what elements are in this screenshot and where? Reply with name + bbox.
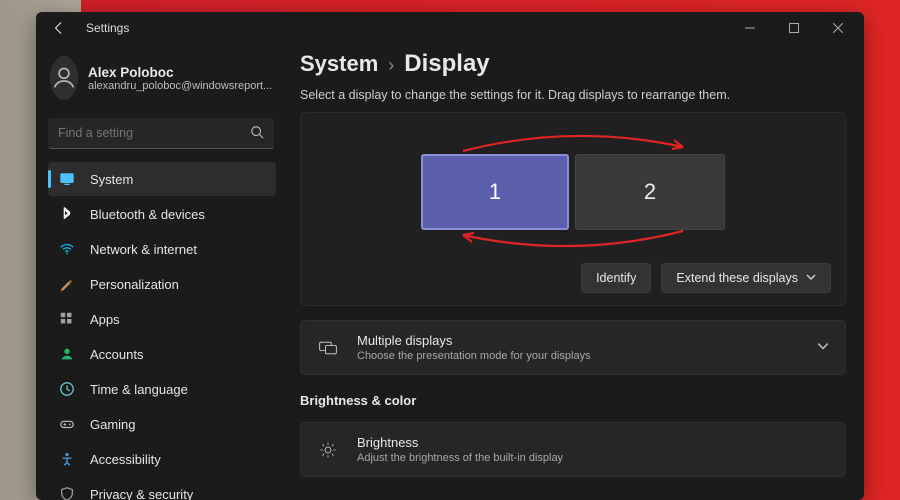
breadcrumb-parent[interactable]: System — [300, 51, 378, 77]
display-2[interactable]: 2 — [575, 154, 725, 230]
identify-button[interactable]: Identify — [581, 263, 651, 293]
breadcrumb-current: Display — [404, 50, 489, 78]
sidebar-item-accounts[interactable]: Accounts — [48, 337, 276, 371]
instructions-text: Select a display to change the settings … — [300, 88, 846, 102]
sidebar-item-label: Network & internet — [90, 242, 197, 257]
sidebar-item-time-language[interactable]: Time & language — [48, 372, 276, 406]
annotation-arrow-top — [443, 129, 703, 153]
sidebar-item-system[interactable]: System — [48, 162, 276, 196]
brightness-icon — [317, 441, 339, 459]
settings-window: Settings Alex Poloboc alexandru_poloboc@… — [36, 12, 864, 500]
close-button[interactable] — [816, 12, 860, 44]
search-input[interactable] — [48, 118, 274, 149]
brightness-card[interactable]: Brightness Adjust the brightness of the … — [300, 422, 846, 477]
section-brightness-color: Brightness & color — [300, 393, 846, 408]
breadcrumb: System › Display — [300, 50, 846, 78]
clock-icon — [58, 380, 76, 398]
sidebar-item-label: System — [90, 172, 133, 187]
sidebar-item-bluetooth-devices[interactable]: Bluetooth & devices — [48, 197, 276, 231]
shield-icon — [58, 485, 76, 500]
apps-icon — [58, 310, 76, 328]
sidebar-item-label: Personalization — [90, 277, 179, 292]
card-title: Multiple displays — [357, 333, 591, 348]
search-icon — [250, 125, 264, 144]
main-panel: System › Display Select a display to cha… — [284, 44, 864, 500]
access-icon — [58, 450, 76, 468]
sidebar-item-label: Bluetooth & devices — [90, 207, 205, 222]
profile-block[interactable]: Alex Poloboc alexandru_poloboc@windowsre… — [46, 52, 278, 116]
display-arrangement-panel: 1 2 Identify Extend these displays — [300, 112, 846, 306]
nav-list: System Bluetooth & devices Network & inter… — [46, 161, 278, 500]
extend-displays-dropdown[interactable]: Extend these displays — [661, 263, 831, 293]
sidebar-item-label: Gaming — [90, 417, 136, 432]
sidebar-item-network-internet[interactable]: Network & internet — [48, 232, 276, 266]
annotation-arrow-bottom — [443, 229, 703, 253]
sidebar: Alex Poloboc alexandru_poloboc@windowsre… — [36, 44, 284, 500]
bluetooth-icon — [58, 205, 76, 223]
sidebar-item-label: Privacy & security — [90, 487, 193, 500]
profile-name: Alex Poloboc — [88, 65, 272, 80]
gamepad-icon — [58, 415, 76, 433]
minimize-button[interactable] — [728, 12, 772, 44]
avatar — [50, 56, 78, 100]
sidebar-item-gaming[interactable]: Gaming — [48, 407, 276, 441]
card-title: Brightness — [357, 435, 563, 450]
person-icon — [58, 345, 76, 363]
sidebar-item-apps[interactable]: Apps — [48, 302, 276, 336]
card-desc: Choose the presentation mode for your di… — [357, 350, 591, 362]
back-button[interactable] — [50, 19, 68, 37]
sidebar-item-personalization[interactable]: Personalization — [48, 267, 276, 301]
wifi-icon — [58, 240, 76, 258]
maximize-button[interactable] — [772, 12, 816, 44]
profile-email: alexandru_poloboc@windowsreport... — [88, 80, 272, 92]
chevron-down-icon — [806, 271, 816, 285]
chevron-right-icon: › — [388, 55, 394, 76]
monitor-icon — [58, 170, 76, 188]
sidebar-item-label: Time & language — [90, 382, 188, 397]
search-box[interactable] — [48, 118, 274, 149]
sidebar-item-privacy-security[interactable]: Privacy & security — [48, 477, 276, 500]
sidebar-item-accessibility[interactable]: Accessibility — [48, 442, 276, 476]
sidebar-item-label: Accounts — [90, 347, 143, 362]
window-title: Settings — [86, 21, 129, 35]
title-bar: Settings — [36, 12, 864, 44]
sidebar-item-label: Apps — [90, 312, 120, 327]
brush-icon — [58, 275, 76, 293]
card-desc: Adjust the brightness of the built-in di… — [357, 452, 563, 464]
sidebar-item-label: Accessibility — [90, 452, 161, 467]
multiple-displays-card[interactable]: Multiple displays Choose the presentatio… — [300, 320, 846, 375]
multiple-displays-icon — [317, 338, 339, 358]
display-canvas[interactable]: 1 2 — [315, 127, 831, 257]
display-1[interactable]: 1 — [421, 154, 569, 230]
chevron-down-icon — [817, 339, 829, 357]
